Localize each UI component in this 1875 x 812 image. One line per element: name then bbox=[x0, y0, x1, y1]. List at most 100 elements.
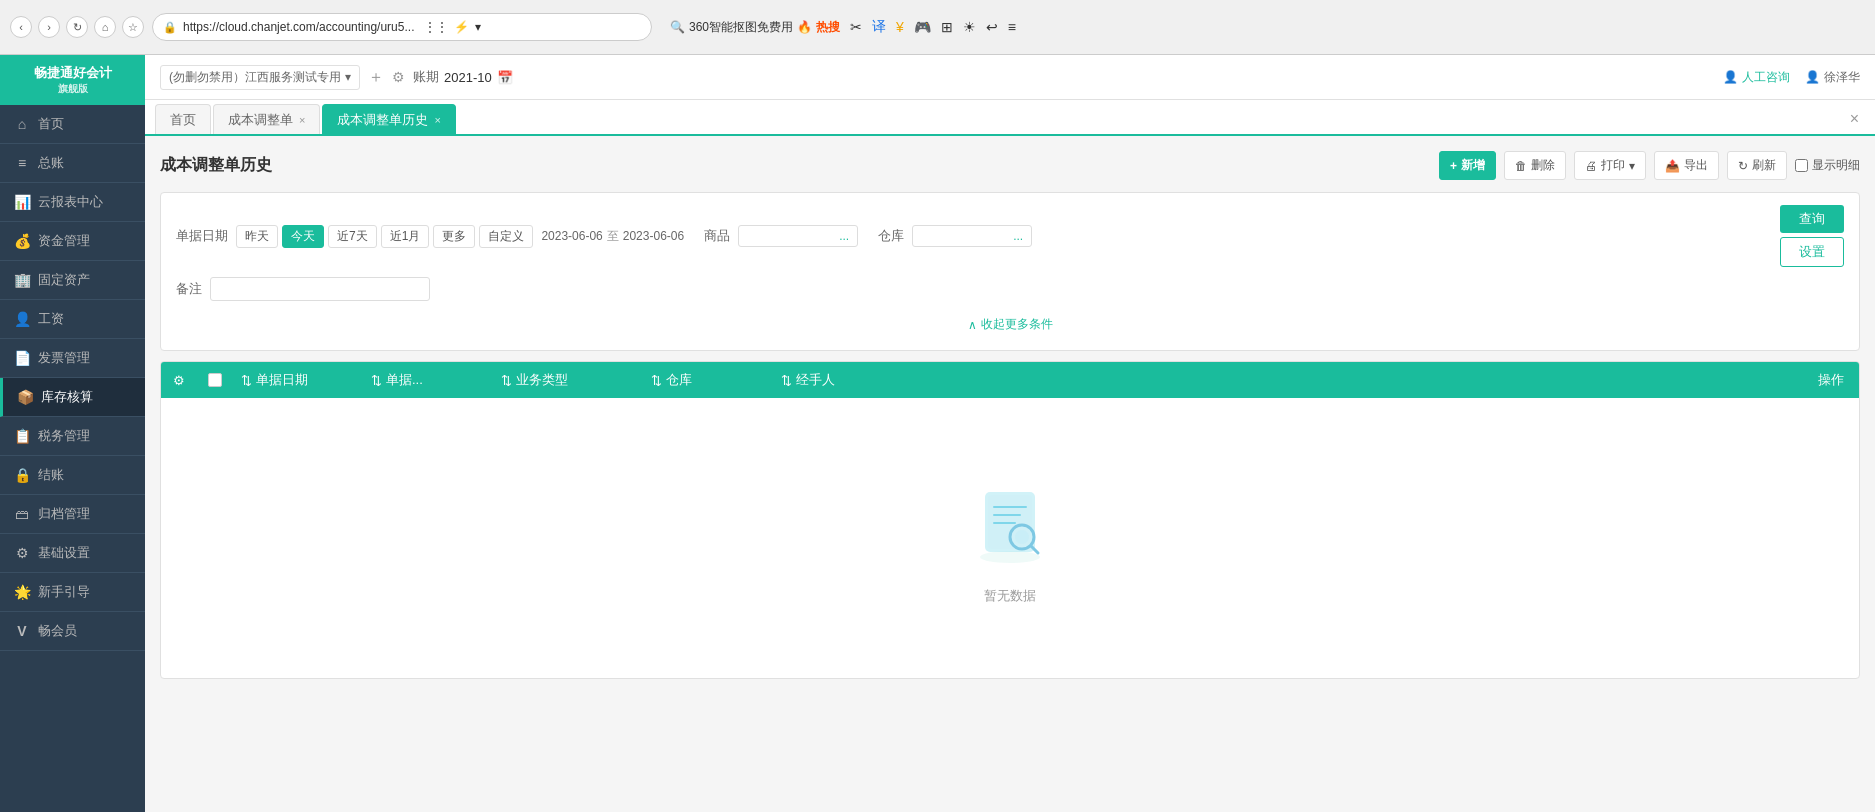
tab-home[interactable]: 首页 bbox=[155, 104, 211, 134]
company-selector[interactable]: (勿删勿禁用）江西服务测试专用 ▾ bbox=[160, 65, 360, 90]
1month-btn[interactable]: 近1月 bbox=[381, 225, 430, 248]
th-doc-no-label: 单据... bbox=[386, 371, 423, 389]
sort-biztype-icon: ⇅ bbox=[501, 373, 512, 388]
today-btn[interactable]: 今天 bbox=[282, 225, 324, 248]
th-actions: 操作 bbox=[1818, 371, 1859, 389]
product-filter: 商品 ... bbox=[704, 225, 858, 247]
filter-row-1: 单据日期 昨天 今天 近7天 近1月 更多 自定义 2023-06-06 至 bbox=[176, 205, 1844, 267]
table-settings-icon[interactable]: ⚙ bbox=[161, 373, 197, 388]
show-detail-checkbox[interactable] bbox=[1795, 159, 1808, 172]
svg-point-7 bbox=[1015, 530, 1029, 544]
tab-cost-adjust-history[interactable]: 成本调整单历史 × bbox=[322, 104, 455, 134]
filter-settings-button[interactable]: 设置 bbox=[1780, 237, 1844, 267]
th-actions-label: 操作 bbox=[1818, 372, 1844, 387]
forward-button[interactable]: › bbox=[38, 16, 60, 38]
sort-handler-icon: ⇅ bbox=[781, 373, 792, 388]
th-biz-type[interactable]: ⇅ 业务类型 bbox=[493, 371, 643, 389]
tab-cost-adjust[interactable]: 成本调整单 × bbox=[213, 104, 320, 134]
settings-wheel-icon[interactable]: ⚙ bbox=[392, 69, 405, 85]
game-icon: 🎮 bbox=[914, 19, 931, 35]
address-bar[interactable]: 🔒 https://cloud.chanjet.com/accounting/u… bbox=[152, 13, 652, 41]
browser-chrome: ‹ › ↻ ⌂ ☆ 🔒 https://cloud.chanjet.com/ac… bbox=[0, 0, 1875, 55]
close-all-button[interactable]: × bbox=[1844, 108, 1865, 130]
show-detail-checkbox-label[interactable]: 显示明细 bbox=[1795, 157, 1860, 174]
translate-icon: 译 bbox=[872, 18, 886, 36]
print-icon: 🖨 bbox=[1585, 159, 1597, 173]
filter-action-buttons: 查询 设置 bbox=[1780, 205, 1844, 267]
app-wrapper: 畅捷通好会计 旗舰版 ⌂ 首页 ≡ 总账 📊 云报表中心 💰 资金管理 🏢 固定… bbox=[0, 55, 1875, 812]
table-select-all-checkbox[interactable] bbox=[197, 373, 233, 387]
search-text: 360智能抠图免费用 bbox=[689, 19, 793, 36]
tabs-bar: 首页 成本调整单 × 成本调整单历史 × × bbox=[145, 100, 1875, 136]
product-more-dots: ... bbox=[839, 229, 849, 243]
brightness-icon: ☀ bbox=[963, 19, 976, 35]
add-tab-button[interactable]: ＋ bbox=[368, 67, 384, 88]
sidebar-item-fund[interactable]: 💰 资金管理 bbox=[0, 222, 145, 261]
more-btn[interactable]: 更多 bbox=[433, 225, 475, 248]
sidebar-item-tax[interactable]: 📋 税务管理 bbox=[0, 417, 145, 456]
yesterday-btn[interactable]: 昨天 bbox=[236, 225, 278, 248]
table-header: ⚙ ⇅ 单据日期 ⇅ 单据... ⇅ 业务类型 bbox=[161, 362, 1859, 398]
sidebar-label-ledger: 总账 bbox=[38, 154, 64, 172]
tab-cost-adjust-close[interactable]: × bbox=[299, 114, 305, 126]
collapse-button[interactable]: ∧ 收起更多条件 bbox=[176, 311, 1844, 338]
th-handler[interactable]: ⇅ 经手人 bbox=[773, 371, 903, 389]
date-filter: 单据日期 昨天 今天 近7天 近1月 更多 自定义 2023-06-06 至 bbox=[176, 225, 684, 248]
th-warehouse[interactable]: ⇅ 仓库 bbox=[643, 371, 773, 389]
date-range: 2023-06-06 至 2023-06-06 bbox=[541, 228, 684, 245]
sidebar-item-member[interactable]: V 畅会员 bbox=[0, 612, 145, 651]
7days-btn[interactable]: 近7天 bbox=[328, 225, 377, 248]
sidebar-item-home[interactable]: ⌂ 首页 bbox=[0, 105, 145, 144]
sidebar-item-invoice[interactable]: 📄 发票管理 bbox=[0, 339, 145, 378]
home-button[interactable]: ⌂ bbox=[94, 16, 116, 38]
th-warehouse-label: 仓库 bbox=[666, 371, 692, 389]
note-input[interactable] bbox=[210, 277, 430, 301]
sidebar-label-archive: 归档管理 bbox=[38, 505, 90, 523]
ssl-icon: 🔒 bbox=[163, 21, 177, 34]
new-button[interactable]: + 新增 bbox=[1439, 151, 1496, 180]
sidebar-item-guide[interactable]: 🌟 新手引导 bbox=[0, 573, 145, 612]
empty-text: 暂无数据 bbox=[984, 587, 1036, 605]
bookmark-button[interactable]: ☆ bbox=[122, 16, 144, 38]
sidebar-item-archive[interactable]: 🗃 归档管理 bbox=[0, 495, 145, 534]
th-doc-no[interactable]: ⇅ 单据... bbox=[363, 371, 493, 389]
user-avatar-icon: 👤 bbox=[1805, 70, 1820, 84]
collapse-label: 收起更多条件 bbox=[981, 316, 1053, 333]
sidebar-item-settings[interactable]: ⚙ 基础设置 bbox=[0, 534, 145, 573]
sidebar-item-close[interactable]: 🔒 结账 bbox=[0, 456, 145, 495]
sidebar-item-inventory[interactable]: 📦 库存核算 bbox=[0, 378, 145, 417]
warehouse-filter-label: 仓库 bbox=[878, 227, 904, 245]
sidebar-label-home: 首页 bbox=[38, 115, 64, 133]
th-date[interactable]: ⇅ 单据日期 bbox=[233, 371, 363, 389]
dropdown-icon: ▾ bbox=[475, 20, 481, 34]
back-button[interactable]: ‹ bbox=[10, 16, 32, 38]
warehouse-more-dots: ... bbox=[1013, 229, 1023, 243]
custom-btn[interactable]: 自定义 bbox=[479, 225, 533, 248]
calendar-icon[interactable]: 📅 bbox=[497, 70, 513, 85]
user-profile-button[interactable]: 👤 徐泽华 bbox=[1805, 69, 1860, 86]
sidebar-item-ledger[interactable]: ≡ 总账 bbox=[0, 144, 145, 183]
warehouse-select[interactable]: ... bbox=[912, 225, 1032, 247]
refresh-button[interactable]: ↻ bbox=[66, 16, 88, 38]
refresh-button[interactable]: ↻ 刷新 bbox=[1727, 151, 1787, 180]
tab-cost-adjust-history-close[interactable]: × bbox=[434, 114, 440, 126]
print-label: 打印 bbox=[1601, 157, 1625, 174]
company-name: (勿删勿禁用）江西服务测试专用 bbox=[169, 69, 341, 86]
product-filter-label: 商品 bbox=[704, 227, 730, 245]
export-button[interactable]: 📤 导出 bbox=[1654, 151, 1719, 180]
customer-service-button[interactable]: 👤 人工咨询 bbox=[1723, 69, 1790, 86]
member-icon: V bbox=[14, 623, 30, 639]
query-button[interactable]: 查询 bbox=[1780, 205, 1844, 233]
sidebar-item-fixed-assets[interactable]: 🏢 固定资产 bbox=[0, 261, 145, 300]
home-icon: ⌂ bbox=[14, 116, 30, 132]
sidebar-item-salary[interactable]: 👤 工资 bbox=[0, 300, 145, 339]
sidebar-item-report[interactable]: 📊 云报表中心 bbox=[0, 183, 145, 222]
note-filter: 备注 bbox=[176, 277, 430, 301]
table-container: ⚙ ⇅ 单据日期 ⇅ 单据... ⇅ 业务类型 bbox=[160, 361, 1860, 679]
delete-button[interactable]: 🗑 删除 bbox=[1504, 151, 1566, 180]
sidebar-label-report: 云报表中心 bbox=[38, 193, 103, 211]
product-select[interactable]: ... bbox=[738, 225, 858, 247]
sort-up-icon: ⇅ bbox=[241, 373, 252, 388]
page-content: 成本调整单历史 + 新增 🗑 删除 🖨 打印 ▾ bbox=[145, 136, 1875, 812]
print-button[interactable]: 🖨 打印 ▾ bbox=[1574, 151, 1646, 180]
